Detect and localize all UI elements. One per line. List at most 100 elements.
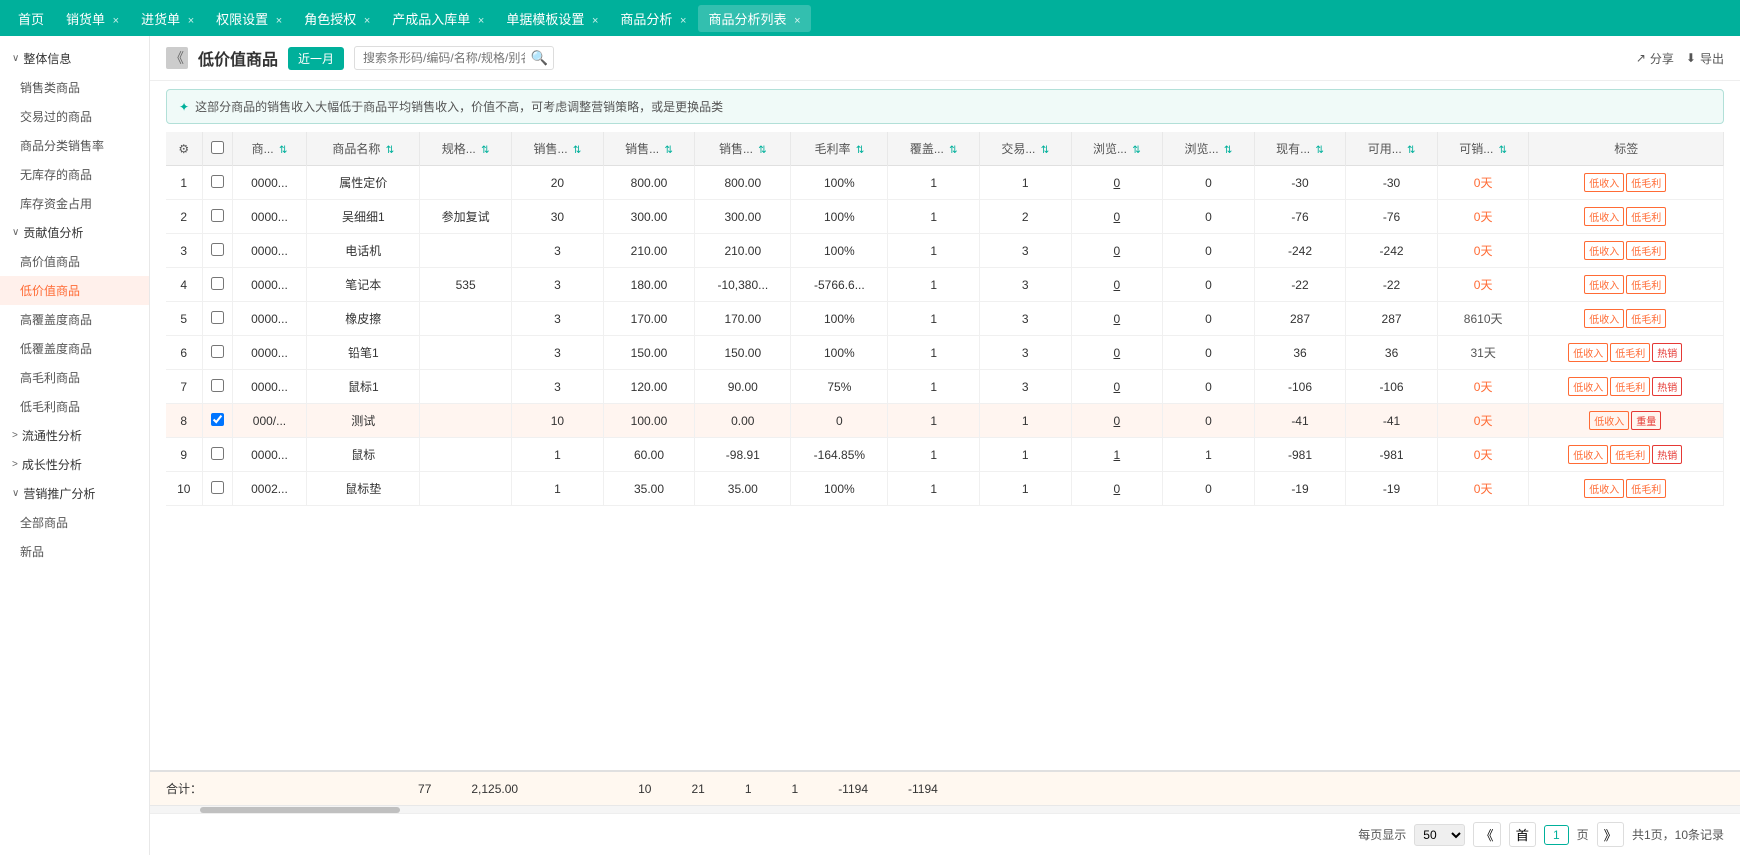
sidebar-item-high-coverage[interactable]: 高覆盖度商品	[0, 305, 149, 334]
sidebar-item-high-value[interactable]: 高价值商品	[0, 247, 149, 276]
col-transactions[interactable]: 交易... ⇅	[979, 132, 1071, 166]
views-link[interactable]: 1	[1113, 448, 1120, 462]
export-button[interactable]: ⬇ 导出	[1686, 50, 1724, 67]
col-margin[interactable]: 毛利率 ⇅	[791, 132, 888, 166]
sidebar-item-category-rate[interactable]: 商品分类销售率	[0, 131, 149, 160]
views-link[interactable]: 0	[1113, 380, 1120, 394]
col-code[interactable]: 商... ⇅	[232, 132, 307, 166]
sidebar-item-no-stock[interactable]: 无库存的商品	[0, 160, 149, 189]
row-num-cell: 4	[166, 268, 202, 302]
search-input[interactable]	[354, 46, 554, 70]
nav-purchase-order[interactable]: 进货单 ×	[131, 5, 204, 32]
footer-sales-amount: 2,125.00	[471, 782, 518, 796]
filter-recent-month[interactable]: 近一月	[288, 47, 344, 70]
sidebar-group-marketing[interactable]: ∨营销推广分析	[0, 479, 149, 508]
row-transactions: 1	[979, 404, 1071, 438]
col-sales-cost[interactable]: 销售... ⇅	[695, 132, 791, 166]
row-margin: 100%	[791, 472, 888, 506]
row-checkbox[interactable]	[211, 379, 224, 392]
nav-analysis-list[interactable]: 商品分析列表 ×	[698, 5, 810, 32]
tag-badge: 低收入	[1589, 411, 1629, 430]
col-coverage[interactable]: 覆盖... ⇅	[888, 132, 980, 166]
share-button[interactable]: ↗ 分享	[1636, 50, 1674, 67]
next-page-button[interactable]: 》	[1597, 822, 1624, 847]
row-name: 电话机	[307, 234, 420, 268]
nav-product-in[interactable]: 产成品入库单 ×	[382, 5, 494, 32]
row-sales-qty: 3	[512, 234, 604, 268]
views-link[interactable]: 0	[1113, 244, 1120, 258]
row-views1: 0	[1071, 234, 1163, 268]
sidebar-collapse-button[interactable]: 《	[166, 47, 188, 69]
sidebar-item-new-products[interactable]: 新品	[0, 537, 149, 566]
select-all-checkbox[interactable]	[211, 141, 224, 154]
views-link[interactable]: 0	[1113, 414, 1120, 428]
sidebar-item-all-products[interactable]: 全部商品	[0, 508, 149, 537]
views-link[interactable]: 0	[1113, 210, 1120, 224]
row-transactions: 1	[979, 438, 1071, 472]
nav-permission[interactable]: 权限设置 ×	[206, 5, 292, 32]
sidebar-group-growth[interactable]: >成长性分析	[0, 450, 149, 479]
sidebar-group-circulation[interactable]: >流通性分析	[0, 421, 149, 450]
row-margin: 100%	[791, 302, 888, 336]
row-checkbox[interactable]	[211, 311, 224, 324]
sidebar-item-stock-fund[interactable]: 库存资金占用	[0, 189, 149, 218]
nav-home[interactable]: 首页	[8, 5, 54, 32]
row-num-cell: 8	[166, 404, 202, 438]
col-sales-amount[interactable]: 销售... ⇅	[603, 132, 695, 166]
nav-analysis[interactable]: 商品分析 ×	[610, 5, 696, 32]
row-checkbox[interactable]	[211, 447, 224, 460]
nav-sales-order[interactable]: 销货单 ×	[56, 5, 129, 32]
row-checkbox[interactable]	[211, 481, 224, 494]
sidebar-item-low-coverage[interactable]: 低覆盖度商品	[0, 334, 149, 363]
views-link[interactable]: 0	[1113, 278, 1120, 292]
row-num-cell: 1	[166, 166, 202, 200]
page-size-select[interactable]: 50 20 100	[1414, 824, 1465, 846]
prev-page-button[interactable]: 首	[1509, 822, 1536, 847]
row-checkbox[interactable]	[211, 243, 224, 256]
sidebar-item-sales-products[interactable]: 销售类商品	[0, 73, 149, 102]
tag-badge: 低收入	[1584, 479, 1624, 498]
row-checkbox[interactable]	[211, 175, 224, 188]
sidebar-group-overall[interactable]: ∨整体信息	[0, 44, 149, 73]
views-link[interactable]: 0	[1113, 482, 1120, 496]
row-margin: 100%	[791, 166, 888, 200]
sidebar: ∨整体信息 销售类商品 交易过的商品 商品分类销售率 无库存的商品 库存资金占用…	[0, 36, 150, 855]
col-available[interactable]: 可用... ⇅	[1346, 132, 1438, 166]
col-gear[interactable]: ⚙	[166, 132, 202, 166]
nav-role-auth[interactable]: 角色授权 ×	[294, 5, 380, 32]
row-code: 0000...	[232, 234, 307, 268]
row-current-stock: -76	[1254, 200, 1346, 234]
horizontal-scrollbar[interactable]	[150, 805, 1740, 813]
col-sales-qty[interactable]: 销售... ⇅	[512, 132, 604, 166]
col-name[interactable]: 商品名称 ⇅	[307, 132, 420, 166]
row-margin: -164.85%	[791, 438, 888, 472]
col-views1[interactable]: 浏览... ⇅	[1071, 132, 1163, 166]
views-link[interactable]: 0	[1113, 346, 1120, 360]
row-checkbox[interactable]	[211, 413, 224, 426]
row-checkbox[interactable]	[211, 209, 224, 222]
col-views2[interactable]: 浏览... ⇅	[1163, 132, 1255, 166]
views-link[interactable]: 0	[1113, 176, 1120, 190]
row-checkbox[interactable]	[211, 345, 224, 358]
views-link[interactable]: 0	[1113, 312, 1120, 326]
sidebar-item-traded[interactable]: 交易过的商品	[0, 102, 149, 131]
col-current-stock[interactable]: 现有... ⇅	[1254, 132, 1346, 166]
row-sales-cost: 35.00	[695, 472, 791, 506]
table-footer: 合计： 77 2,125.00 10 21 1 1 -1194 -1194	[150, 770, 1740, 805]
row-sellable: 0天	[1437, 200, 1529, 234]
tag-badge: 低毛利	[1626, 309, 1666, 328]
sidebar-item-low-value[interactable]: 低价值商品	[0, 276, 149, 305]
search-button[interactable]: 🔍	[531, 50, 548, 67]
row-name: 橡皮擦	[307, 302, 420, 336]
row-checkbox[interactable]	[211, 277, 224, 290]
sidebar-group-contribution[interactable]: ∨贡献值分析	[0, 218, 149, 247]
col-sellable[interactable]: 可销... ⇅	[1437, 132, 1529, 166]
row-spec	[420, 302, 512, 336]
nav-template[interactable]: 单据模板设置 ×	[496, 5, 608, 32]
scrollbar-thumb[interactable]	[200, 807, 400, 813]
sidebar-item-low-margin[interactable]: 低毛利商品	[0, 392, 149, 421]
sidebar-item-high-margin[interactable]: 高毛利商品	[0, 363, 149, 392]
row-current-stock: 287	[1254, 302, 1346, 336]
first-page-button[interactable]: 《	[1473, 822, 1500, 847]
col-spec[interactable]: 规格... ⇅	[420, 132, 512, 166]
